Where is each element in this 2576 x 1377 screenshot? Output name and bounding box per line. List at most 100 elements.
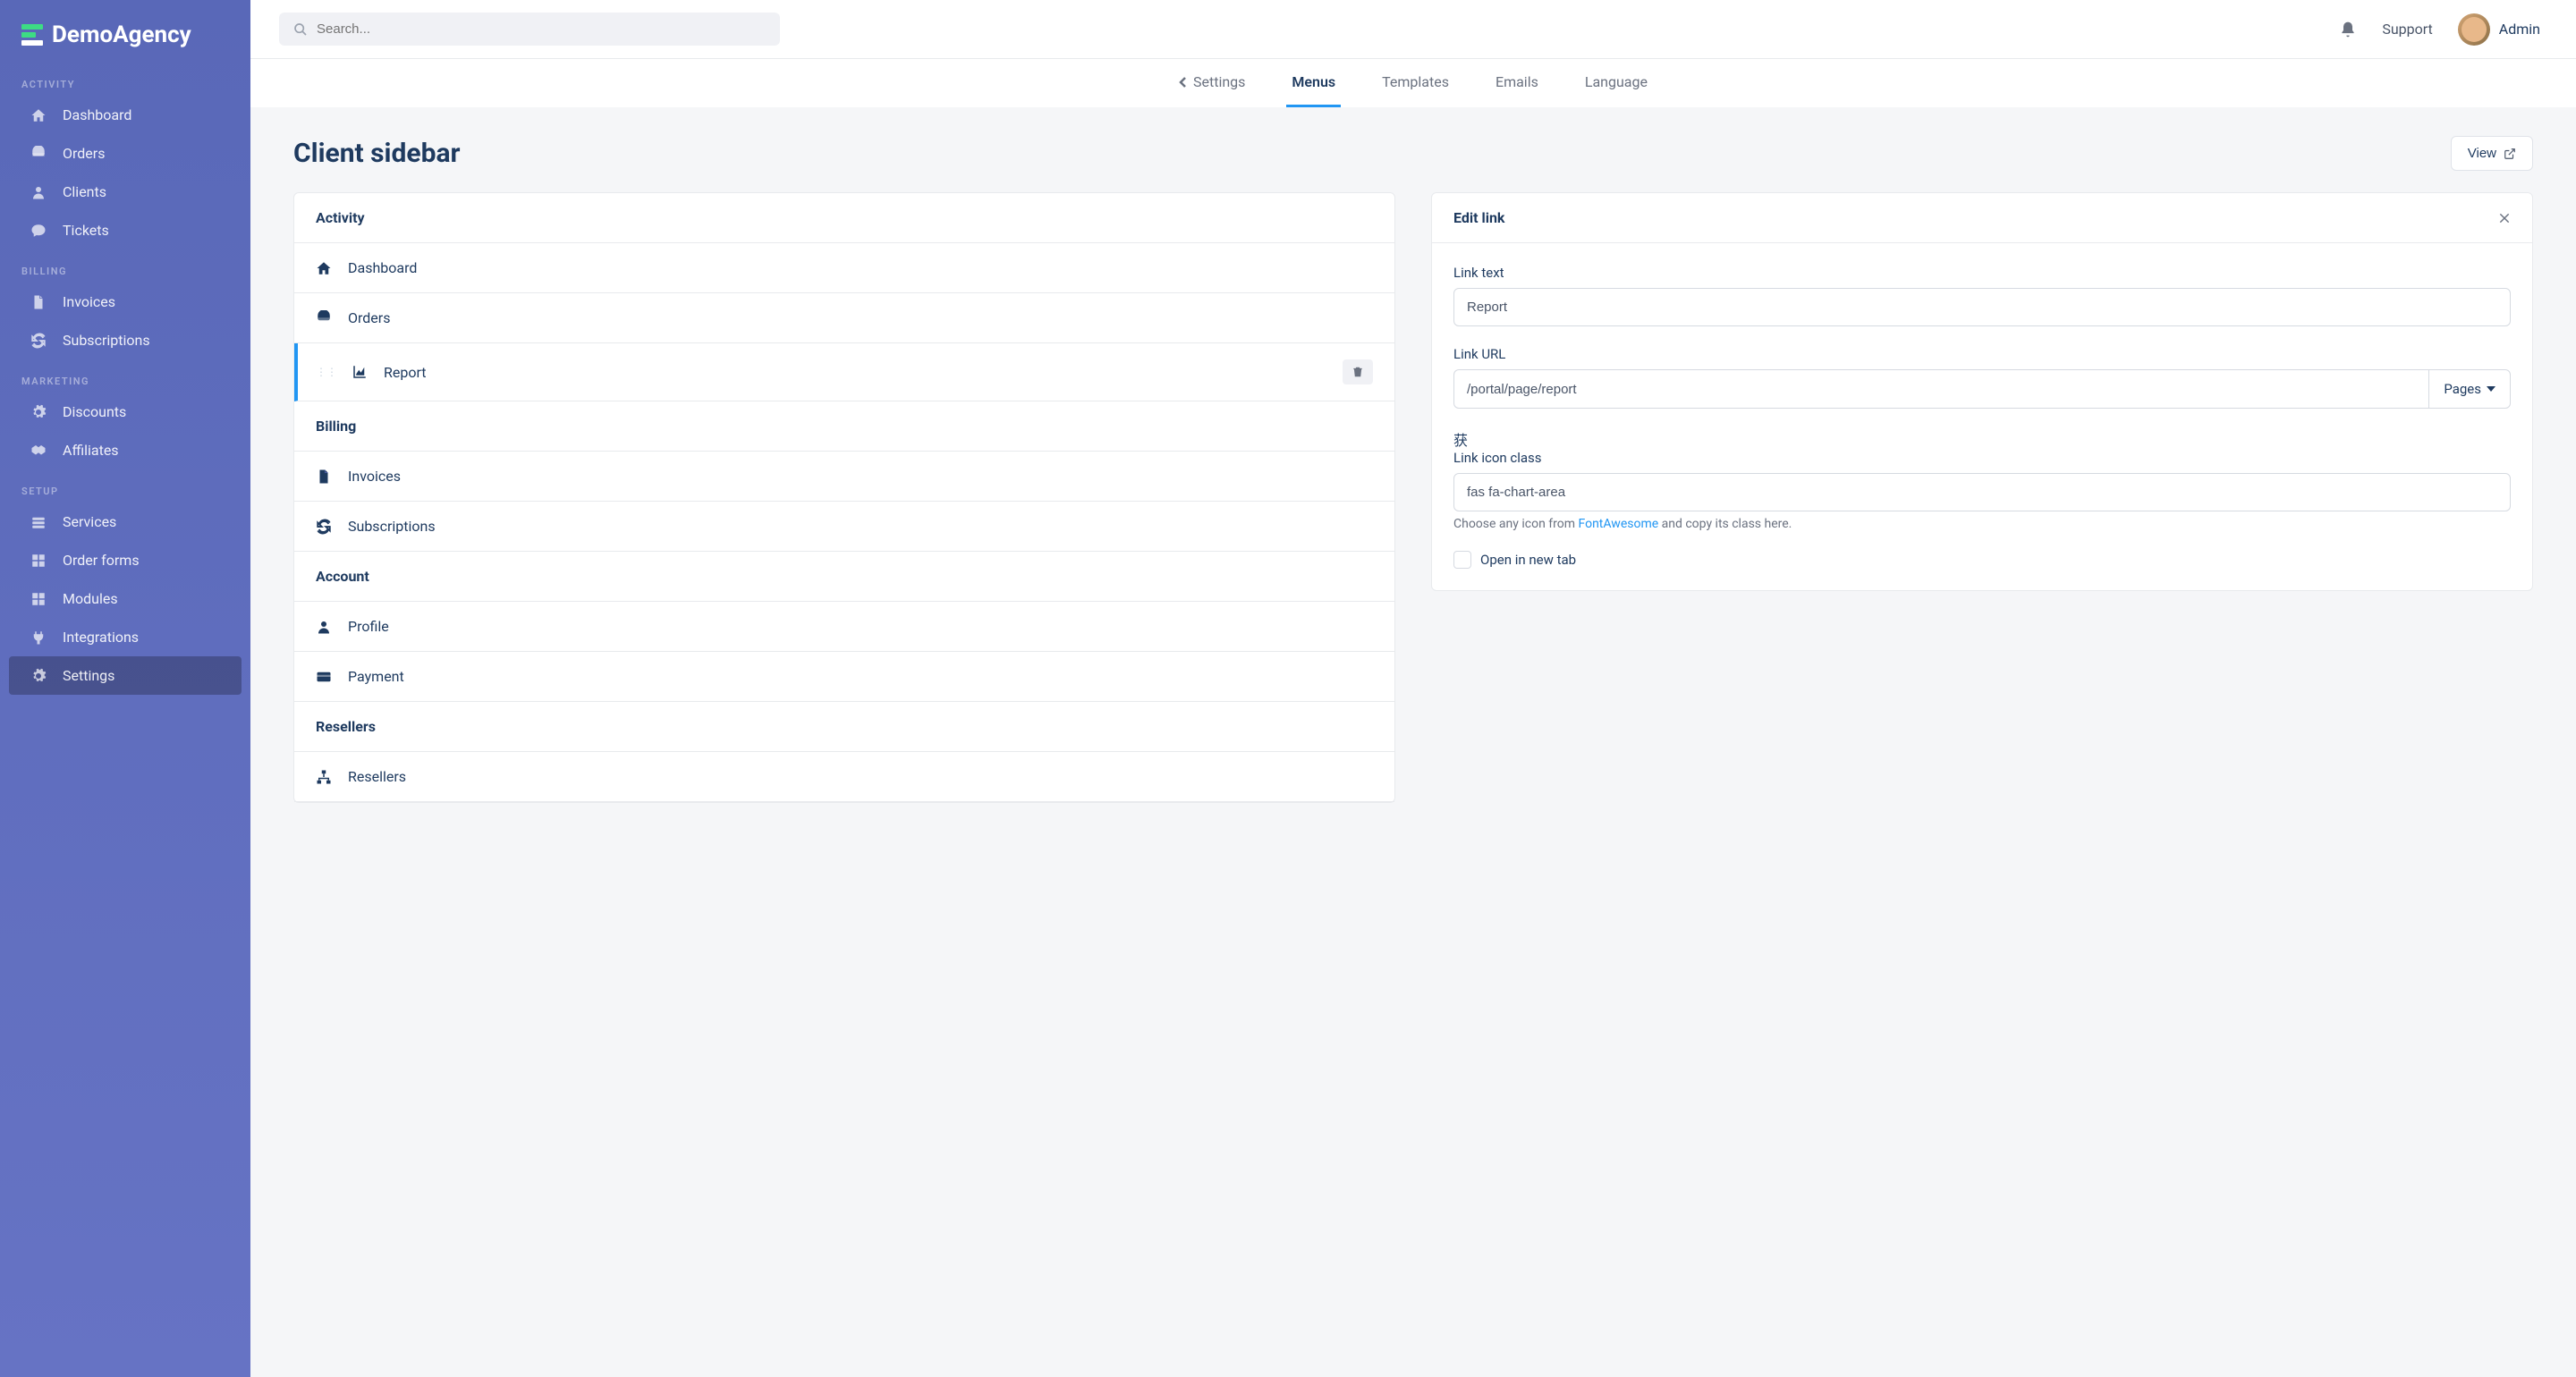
sidebar-item-invoices[interactable]: Invoices bbox=[9, 283, 242, 321]
home-icon bbox=[316, 260, 334, 276]
link-text-input[interactable] bbox=[1453, 288, 2511, 326]
inbox-icon bbox=[316, 310, 334, 326]
menu-item-label: Resellers bbox=[348, 768, 406, 785]
view-button[interactable]: View bbox=[2451, 136, 2533, 171]
sidebar-item-label: Order forms bbox=[63, 552, 140, 569]
menu-item-label: Orders bbox=[348, 309, 390, 326]
link-text-label: Link text bbox=[1453, 265, 2511, 281]
tabs-bar: Settings Menus Templates Emails Language bbox=[250, 58, 2576, 107]
sidebar-item-services[interactable]: Services bbox=[9, 503, 242, 541]
close-button[interactable] bbox=[2498, 212, 2511, 224]
menu-group-header[interactable]: Account bbox=[294, 552, 1394, 602]
menu-item[interactable]: Dashboard bbox=[294, 243, 1394, 293]
tab-menus[interactable]: Menus bbox=[1286, 59, 1341, 107]
icon-class-input[interactable] bbox=[1453, 473, 2511, 511]
search-box[interactable] bbox=[279, 13, 780, 46]
menu-group-header[interactable]: Activity bbox=[294, 193, 1394, 243]
sidebar-item-label: Clients bbox=[63, 183, 106, 200]
search-icon bbox=[293, 22, 308, 37]
open-new-tab-label: Open in new tab bbox=[1480, 552, 1576, 568]
card-icon bbox=[316, 669, 334, 685]
menu-item[interactable]: ⋮⋮ Report bbox=[294, 343, 1394, 401]
icon-help-text: Choose any icon from FontAwesome and cop… bbox=[1453, 517, 2511, 531]
sidebar-item-label: Invoices bbox=[63, 293, 115, 310]
sidebar-item-orders[interactable]: Orders bbox=[9, 134, 242, 173]
sidebar-item-label: Integrations bbox=[63, 629, 139, 646]
user-icon bbox=[30, 184, 48, 200]
gear-icon bbox=[30, 668, 48, 684]
open-new-tab-checkbox[interactable] bbox=[1453, 551, 1471, 569]
support-link[interactable]: Support bbox=[2382, 21, 2432, 38]
drag-handle-icon[interactable]: ⋮⋮ bbox=[316, 366, 337, 378]
topbar: Support Admin bbox=[250, 0, 2576, 58]
link-url-input[interactable] bbox=[1453, 369, 2428, 409]
sidebar-item-settings[interactable]: Settings bbox=[9, 656, 242, 695]
sidebar-section-title: SETUP bbox=[0, 469, 250, 503]
sidebar-item-label: Subscriptions bbox=[63, 332, 150, 349]
trash-icon[interactable] bbox=[1343, 359, 1373, 384]
tab-emails[interactable]: Emails bbox=[1490, 59, 1544, 107]
tab-language[interactable]: Language bbox=[1580, 59, 1653, 107]
sidebar-item-discounts[interactable]: Discounts bbox=[9, 393, 242, 431]
sidebar-item-integrations[interactable]: Integrations bbox=[9, 618, 242, 656]
handshake-icon bbox=[30, 443, 48, 459]
menu-item[interactable]: Subscriptions bbox=[294, 502, 1394, 552]
icon-class-label: Link icon class bbox=[1453, 450, 2511, 466]
tab-templates[interactable]: Templates bbox=[1377, 59, 1454, 107]
notifications-icon[interactable] bbox=[2339, 21, 2357, 38]
tab-back-settings[interactable]: Settings bbox=[1174, 59, 1250, 107]
sidebar-item-label: Modules bbox=[63, 590, 118, 607]
menu-item[interactable]: Orders bbox=[294, 293, 1394, 343]
sidebar-item-label: Dashboard bbox=[63, 106, 131, 123]
sidebar-item-label: Tickets bbox=[63, 222, 109, 239]
user-menu[interactable]: Admin bbox=[2458, 13, 2540, 46]
menu-group-header[interactable]: Resellers bbox=[294, 702, 1394, 752]
menu-list-panel: Activity Dashboard Orders ⋮⋮ Report BillingIn… bbox=[293, 192, 1395, 803]
menu-item-label: Dashboard bbox=[348, 259, 417, 276]
sidebar-item-tickets[interactable]: Tickets bbox=[9, 211, 242, 249]
sidebar-item-label: Services bbox=[63, 513, 116, 530]
user-icon bbox=[316, 619, 334, 635]
menu-item[interactable]: Resellers bbox=[294, 752, 1394, 802]
sidebar-item-modules[interactable]: Modules bbox=[9, 579, 242, 618]
link-url-label: Link URL bbox=[1453, 346, 2511, 362]
sidebar-item-clients[interactable]: Clients bbox=[9, 173, 242, 211]
inbox-icon bbox=[30, 146, 48, 162]
sidebar-item-dashboard[interactable]: Dashboard bbox=[9, 96, 242, 134]
sidebar-item-label: Orders bbox=[63, 145, 105, 162]
sidebar-item-affiliates[interactable]: Affiliates bbox=[9, 431, 242, 469]
menu-item-label: Subscriptions bbox=[348, 518, 436, 535]
gear-icon bbox=[30, 404, 48, 420]
menu-item[interactable]: Profile bbox=[294, 602, 1394, 652]
squares-icon bbox=[30, 591, 48, 607]
plug-icon bbox=[30, 629, 48, 646]
sidebar-item-label: Discounts bbox=[63, 403, 126, 420]
sidebar-item-order-forms[interactable]: Order forms bbox=[9, 541, 242, 579]
pages-dropdown[interactable]: Pages bbox=[2428, 369, 2511, 409]
menu-item[interactable]: Invoices bbox=[294, 452, 1394, 502]
file-icon bbox=[316, 469, 334, 485]
sidebar-section-title: BILLING bbox=[0, 249, 250, 283]
sidebar-section-title: ACTIVITY bbox=[0, 63, 250, 96]
sidebar-item-label: Affiliates bbox=[63, 442, 119, 459]
main-sidebar: DemoAgency ACTIVITY Dashboard Orders Client… bbox=[0, 0, 250, 1377]
brand-name: DemoAgency bbox=[52, 21, 191, 48]
layers-icon bbox=[30, 514, 48, 530]
fontawesome-link[interactable]: FontAwesome bbox=[1579, 517, 1659, 531]
file-icon bbox=[30, 294, 48, 310]
chat-icon bbox=[30, 223, 48, 239]
menu-item[interactable]: Payment bbox=[294, 652, 1394, 702]
menu-group-header[interactable]: Billing bbox=[294, 401, 1394, 452]
brand-logo[interactable]: DemoAgency bbox=[0, 0, 250, 63]
page-title: Client sidebar bbox=[293, 138, 461, 169]
sidebar-item-label: Settings bbox=[63, 667, 114, 684]
menu-item-label: Profile bbox=[348, 618, 389, 635]
refresh-icon bbox=[316, 519, 334, 535]
user-name: Admin bbox=[2499, 21, 2540, 38]
sitemap-icon bbox=[316, 769, 334, 785]
menu-item-label: Report bbox=[384, 364, 427, 381]
sidebar-item-subscriptions[interactable]: Subscriptions bbox=[9, 321, 242, 359]
search-input[interactable] bbox=[317, 21, 766, 37]
edit-panel-title: Edit link bbox=[1453, 209, 1504, 226]
home-icon bbox=[30, 107, 48, 123]
